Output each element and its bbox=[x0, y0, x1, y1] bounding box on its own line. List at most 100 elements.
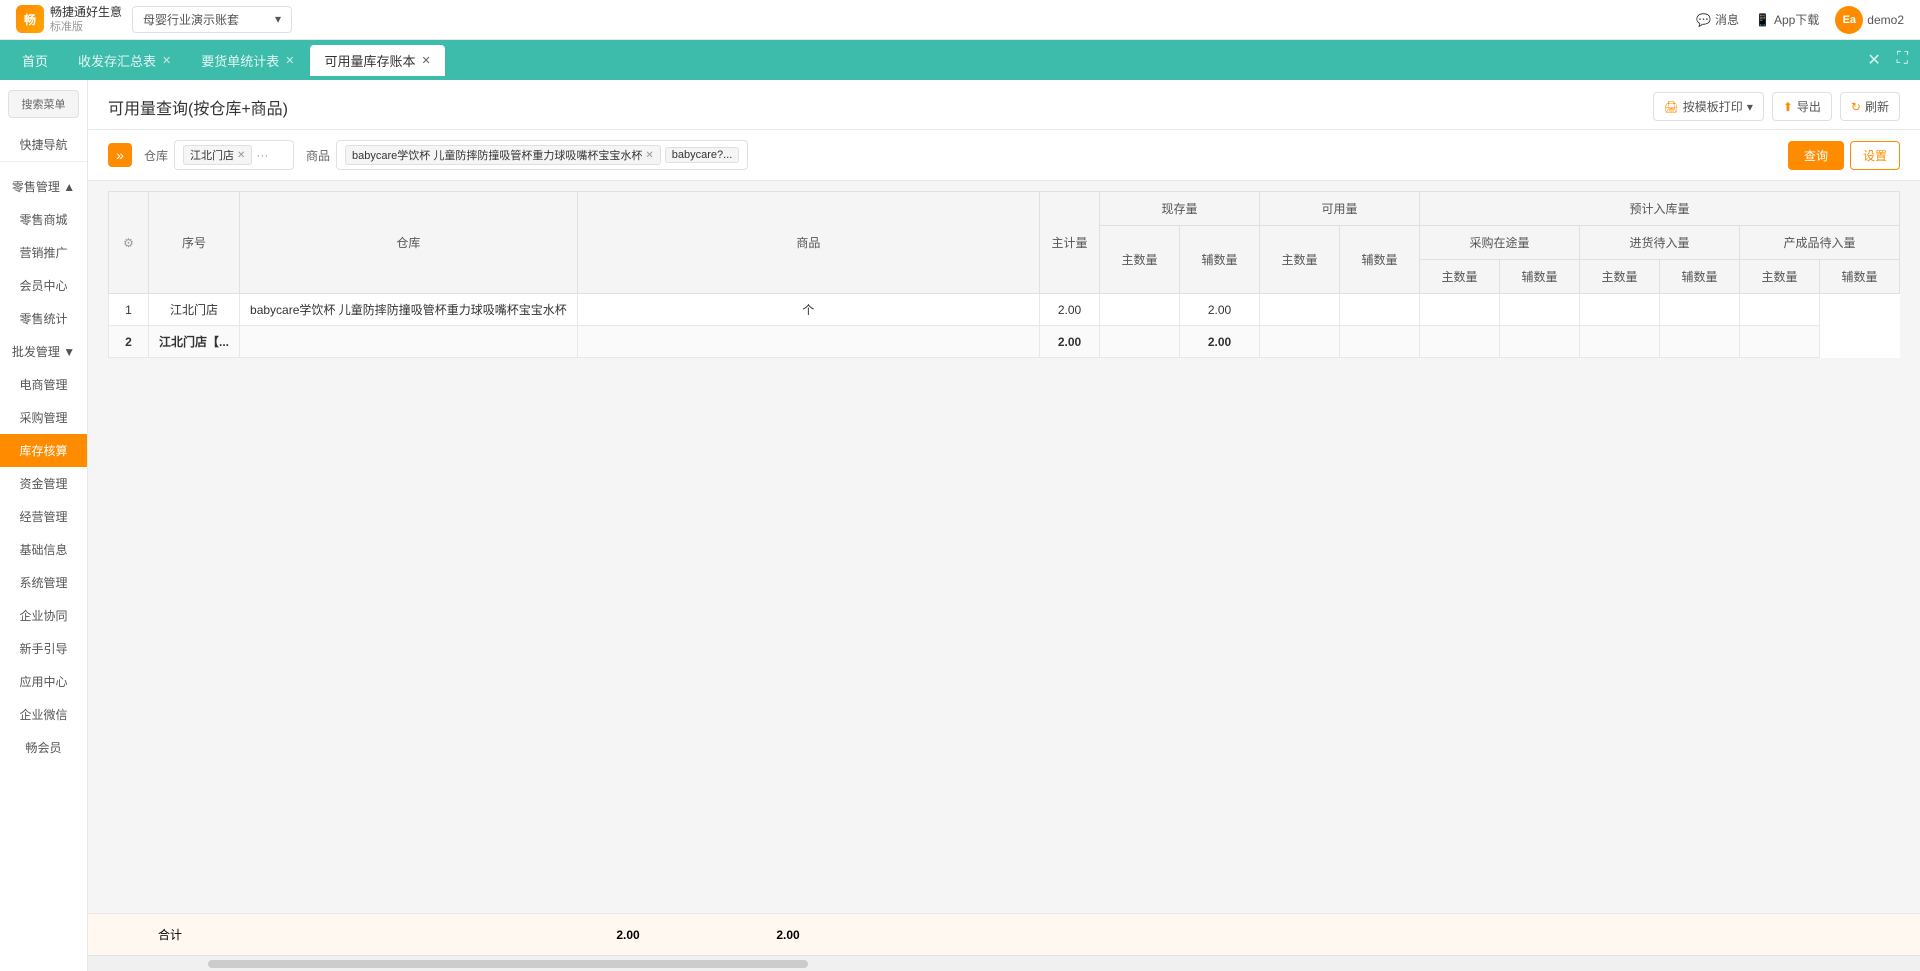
row2-current-main: 2.00 bbox=[1040, 326, 1100, 358]
system-label: 系统管理 bbox=[19, 576, 67, 590]
sidebar-item-inventory[interactable]: 库存核算 bbox=[0, 434, 87, 467]
refresh-button[interactable]: ↻ 刷新 bbox=[1840, 92, 1900, 121]
tab-summary[interactable]: 收发存汇总表 ✕ bbox=[64, 45, 185, 76]
th-available-sub: 辅数量 bbox=[1340, 226, 1420, 294]
row2-production-main bbox=[1660, 326, 1740, 358]
product-input[interactable]: babycare学饮杯 儿童防摔防撞吸管杯重力球吸嘴杯宝宝水杯 ✕ babyca… bbox=[336, 140, 748, 170]
th-current-sub: 辅数量 bbox=[1180, 226, 1260, 294]
sidebar-item-wholesale[interactable]: 批发管理 ▼ bbox=[0, 335, 87, 368]
th-available-main: 主数量 bbox=[1260, 226, 1340, 294]
sidebar-item-quick-nav[interactable]: 快捷导航 bbox=[0, 128, 87, 161]
row2-no: 2 bbox=[109, 326, 149, 358]
sidebar-item-finance[interactable]: 资金管理 bbox=[0, 467, 87, 500]
print-label: 按模板打印 bbox=[1683, 98, 1743, 115]
message-button[interactable]: 💬 消息 bbox=[1696, 11, 1739, 28]
th-warehouse: 仓库 bbox=[240, 192, 578, 294]
row1-warehouse: 江北门店 bbox=[149, 294, 240, 326]
sidebar-item-retail-stats[interactable]: 零售统计 bbox=[0, 302, 87, 335]
filter-actions: 查询 设置 bbox=[1788, 141, 1900, 170]
filter-toggle-button[interactable]: » bbox=[108, 143, 132, 167]
order-stat-tab-label: 要货单统计表 bbox=[201, 51, 279, 70]
sidebar-item-marketing[interactable]: 营销推广 bbox=[0, 236, 87, 269]
th-current-main: 主数量 bbox=[1100, 226, 1180, 294]
product-tag2: babycare?... bbox=[665, 147, 740, 163]
sidebar-item-ecommerce[interactable]: 电商管理 bbox=[0, 368, 87, 401]
sidebar-search-button[interactable]: 搜索菜单 bbox=[8, 90, 79, 118]
tab-summary-close[interactable]: ✕ bbox=[162, 54, 171, 67]
ecommerce-label: 电商管理 bbox=[19, 378, 67, 392]
warehouse-tag-value: 江北门店 bbox=[190, 147, 234, 163]
retail-mgmt-label: 零售管理 bbox=[12, 180, 60, 194]
finance-label: 资金管理 bbox=[19, 477, 67, 491]
sidebar-item-retail-mall[interactable]: 零售商城 bbox=[0, 203, 87, 236]
logo-text: 畅捷通好生意 标准版 bbox=[50, 5, 122, 35]
top-bar-right: 💬 消息 📱 App下载 Ea demo2 bbox=[1696, 6, 1904, 34]
row2-production-sub bbox=[1740, 326, 1820, 358]
sidebar-item-basic-info[interactable]: 基础信息 bbox=[0, 533, 87, 566]
app-download-button[interactable]: 📱 App下载 bbox=[1755, 11, 1819, 28]
th-purchase-transit-group: 采购在途量 bbox=[1420, 226, 1580, 260]
username-label: demo2 bbox=[1867, 13, 1904, 27]
table-settings-icon[interactable]: ⚙ bbox=[123, 236, 134, 250]
sidebar-item-wechat[interactable]: 企业微信 bbox=[0, 698, 87, 731]
print-dropdown-icon: ▾ bbox=[1747, 100, 1753, 114]
warehouse-input-dots: ··· bbox=[256, 148, 268, 162]
nav-right-actions: ✕ ⛶ bbox=[1863, 46, 1912, 74]
avatar: Ea bbox=[1835, 6, 1863, 34]
warehouse-filter-field: 仓库 江北门店 ✕ ··· bbox=[144, 140, 294, 170]
warehouse-tag: 江北门店 ✕ bbox=[183, 145, 252, 165]
th-plan-in-group: 预计入库量 bbox=[1420, 192, 1900, 226]
sidebar-item-operations[interactable]: 经营管理 bbox=[0, 500, 87, 533]
row2-product bbox=[240, 326, 578, 358]
product-tag1: babycare学饮杯 儿童防摔防撞吸管杯重力球吸嘴杯宝宝水杯 ✕ bbox=[345, 145, 661, 165]
warehouse-input[interactable]: 江北门店 ✕ ··· bbox=[174, 140, 294, 170]
tab-order-stat[interactable]: 要货单统计表 ✕ bbox=[187, 45, 308, 76]
tab-available-stock[interactable]: 可用量库存账本 ✕ bbox=[310, 45, 444, 76]
sidebar-item-member2[interactable]: 畅会员 bbox=[0, 731, 87, 764]
quick-nav-label: 快捷导航 bbox=[19, 138, 67, 152]
sidebar-item-appstore[interactable]: 应用中心 bbox=[0, 665, 87, 698]
sidebar-item-purchase[interactable]: 采购管理 bbox=[0, 401, 87, 434]
th-purchase-sub: 辅数量 bbox=[1500, 260, 1580, 294]
th-production-main: 主数量 bbox=[1740, 260, 1820, 294]
summary-available-main: 2.00 bbox=[748, 928, 828, 942]
print-button[interactable]: 🖨 按模板打印 ▾ bbox=[1653, 92, 1764, 121]
sidebar-menu: 零售管理 ▲ 零售商城 营销推广 会员中心 零售统计 批发管理 ▼ 电商管理 bbox=[0, 161, 87, 772]
sidebar-search-area: 搜索菜单 bbox=[0, 80, 87, 128]
tab-available-stock-close[interactable]: ✕ bbox=[422, 54, 431, 67]
tab-order-stat-close[interactable]: ✕ bbox=[285, 54, 294, 67]
warehouse-tag-remove[interactable]: ✕ bbox=[237, 150, 245, 161]
wechat-label: 企业微信 bbox=[19, 708, 67, 722]
sidebar-item-guide[interactable]: 新手引导 bbox=[0, 632, 87, 665]
summary-tab-label: 收发存汇总表 bbox=[78, 51, 156, 70]
tab-home[interactable]: 首页 bbox=[8, 45, 62, 76]
app-download-icon: 📱 bbox=[1755, 13, 1770, 27]
sidebar-item-retail-mgmt[interactable]: 零售管理 ▲ bbox=[0, 170, 87, 203]
footer-scroll[interactable] bbox=[88, 955, 1920, 971]
sidebar-item-member[interactable]: 会员中心 bbox=[0, 269, 87, 302]
top-bar: 畅 畅捷通好生意 标准版 母婴行业演示账套 ▾ 💬 消息 📱 App下载 Ea … bbox=[0, 0, 1920, 40]
home-tab-label: 首页 bbox=[22, 51, 48, 70]
query-button[interactable]: 查询 bbox=[1788, 141, 1844, 170]
row1-production-main bbox=[1660, 294, 1740, 326]
summary-current-main: 2.00 bbox=[588, 928, 668, 942]
industry-selector[interactable]: 母婴行业演示账套 ▾ bbox=[132, 6, 292, 33]
sidebar-item-enterprise[interactable]: 企业协同 bbox=[0, 599, 87, 632]
sidebar-item-system[interactable]: 系统管理 bbox=[0, 566, 87, 599]
row1-available-main: 2.00 bbox=[1180, 294, 1260, 326]
chevron-icon: ▲ bbox=[63, 180, 75, 194]
user-menu[interactable]: Ea demo2 bbox=[1835, 6, 1904, 34]
product-filter-field: 商品 babycare学饮杯 儿童防摔防撞吸管杯重力球吸嘴杯宝宝水杯 ✕ bab… bbox=[306, 140, 748, 170]
page-header-actions: 🖨 按模板打印 ▾ ⬆ 导出 ↻ 刷新 bbox=[1653, 92, 1900, 121]
purchase-label: 采购管理 bbox=[19, 411, 67, 425]
nav-close-icon[interactable]: ✕ bbox=[1863, 46, 1884, 74]
setting-button[interactable]: 设置 bbox=[1850, 141, 1900, 170]
th-incoming-sub: 辅数量 bbox=[1660, 260, 1740, 294]
top-bar-left: 畅 畅捷通好生意 标准版 母婴行业演示账套 ▾ bbox=[16, 5, 292, 35]
export-button[interactable]: ⬆ 导出 bbox=[1772, 92, 1832, 121]
th-settings: ⚙ bbox=[109, 192, 149, 294]
app-sub: 标准版 bbox=[50, 20, 122, 34]
product-tag1-remove[interactable]: ✕ bbox=[645, 150, 653, 161]
nav-expand-icon[interactable]: ⛶ bbox=[1893, 46, 1912, 74]
row1-incoming-main bbox=[1500, 294, 1580, 326]
